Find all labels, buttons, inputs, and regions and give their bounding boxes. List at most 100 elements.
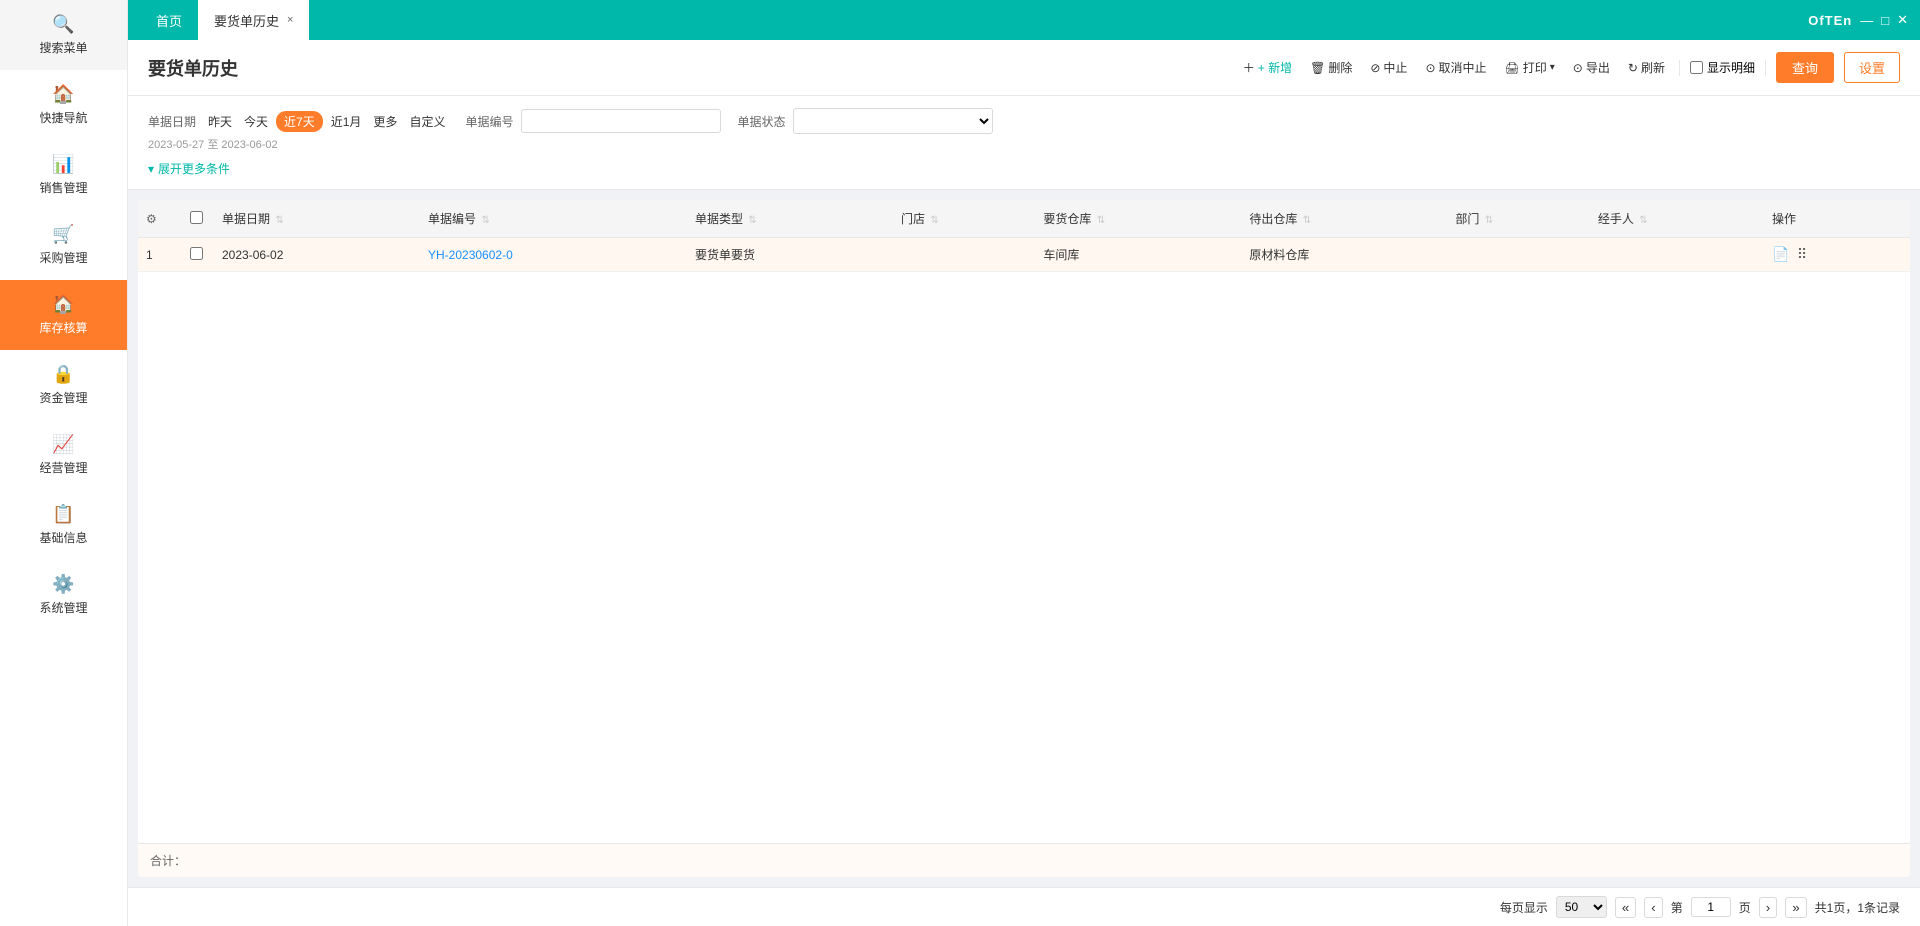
quick-nav-icon: 🏠 (52, 84, 74, 105)
next-page-btn[interactable]: › (1759, 897, 1777, 918)
expand-icon: ▾ (148, 162, 154, 176)
sidebar-item-inventory[interactable]: 🏠 库存核算 (0, 280, 127, 350)
col-req-warehouse-label: 要货仓库 (1043, 212, 1091, 226)
prev-page-btn[interactable]: ‹ (1644, 897, 1662, 918)
doc-no-link[interactable]: YH-20230602-0 (428, 248, 513, 262)
cell-num: 1 (138, 238, 178, 272)
cell-date: 2023-06-02 (214, 238, 420, 272)
col-store-label: 门店 (901, 212, 925, 226)
sidebar-item-system[interactable]: ⚙️系统管理 (0, 560, 127, 630)
action-more-btn[interactable]: ⠿ (1797, 246, 1807, 262)
stop-btn[interactable]: ⊘ 中止 (1366, 57, 1411, 78)
query-button[interactable]: 查询 (1776, 52, 1834, 83)
page-size-select[interactable]: 102050100 (1556, 896, 1607, 918)
table-row: 1 2023-06-02 YH-20230602-0 要货单要货 车间库 原材料… (138, 238, 1910, 272)
status-filter-group: 单据状态 (737, 108, 993, 134)
tab-order-history-close[interactable]: × (287, 14, 293, 26)
cell-doc-no: YH-20230602-0 (420, 238, 687, 272)
inventory-icon: 🏠 (52, 294, 74, 315)
sidebar: 🔍搜索菜单 🏠 快捷导航 📊销售管理 🛒 采购管理 🏠 库存核算 🔒资金管理📈经营管理📋基础信息… (0, 0, 128, 926)
settings-button[interactable]: 设置 (1844, 52, 1900, 83)
action-view-btn[interactable]: 📄 (1772, 246, 1789, 262)
window-minimize-btn[interactable]: — (1860, 13, 1873, 28)
status-select[interactable] (793, 108, 993, 134)
first-page-btn[interactable]: « (1615, 897, 1636, 918)
top-bar-right: OfTEn — □ ✕ (1808, 12, 1908, 28)
display-detail-checkbox[interactable] (1690, 61, 1703, 74)
window-maximize-btn[interactable]: □ (1881, 13, 1889, 28)
col-dest-warehouse-label: 待出仓库 (1249, 212, 1297, 226)
table-footer: 合计： (138, 843, 1910, 877)
doc-no-input[interactable] (521, 109, 721, 133)
col-dept-sort-icon[interactable]: ⇅ (1485, 215, 1493, 226)
tab-home[interactable]: 首页 (140, 0, 198, 40)
expand-more-btn[interactable]: ▾ 展开更多条件 (148, 160, 1900, 177)
col-req-warehouse-sort-icon[interactable]: ⇅ (1097, 215, 1105, 226)
date-filter-buttons: 昨天今天近7天近1月更多自定义 (204, 111, 449, 132)
purchase-icon: 🛒 (52, 224, 74, 245)
col-header-doc-type: 单据类型 ⇅ (687, 200, 893, 238)
table-body: 1 2023-06-02 YH-20230602-0 要货单要货 车间库 原材料… (138, 238, 1910, 272)
date-range-display: 2023-05-27 至 2023-06-02 (148, 136, 1900, 152)
total-label: 共1页，1条记录 (1815, 899, 1900, 916)
select-all-checkbox[interactable] (190, 211, 203, 224)
col-header-store: 门店 ⇅ (893, 200, 1035, 238)
doc-no-filter-group: 单据编号 (465, 109, 721, 133)
col-store-sort-icon[interactable]: ⇅ (930, 215, 938, 226)
sidebar-item-label: 基础信息 (39, 529, 87, 546)
sidebar-item-quick-nav[interactable]: 🏠 快捷导航 (0, 70, 127, 140)
export-btn[interactable]: ⊙ 导出 (1569, 57, 1614, 78)
toolbar-divider2 (1765, 60, 1766, 76)
delete-icon: 🗑 (1310, 61, 1325, 75)
sidebar-item-sales[interactable]: 📊销售管理 (0, 140, 127, 210)
col-date-sort-icon[interactable]: ⇅ (275, 215, 283, 226)
sidebar-item-label: 快捷导航 (39, 109, 87, 126)
col-doc-no-sort-icon[interactable]: ⇅ (481, 215, 489, 226)
operation-icon: 📈 (52, 434, 74, 455)
cancel-stop-icon: ⊙ (1425, 61, 1435, 75)
cell-handler (1590, 238, 1764, 272)
export-icon: ⊙ (1573, 61, 1583, 75)
refresh-btn[interactable]: ↻ 刷新 (1624, 57, 1669, 78)
tab-order-history[interactable]: 要货单历史× (198, 0, 309, 40)
row-checkbox[interactable] (190, 247, 203, 260)
print-icon: 🖨 (1505, 61, 1520, 75)
finance-icon: 🔒 (52, 364, 74, 385)
col-settings: ⚙ (138, 200, 178, 238)
date-btn-近7天[interactable]: 近7天 (276, 111, 323, 132)
date-btn-更多[interactable]: 更多 (369, 111, 401, 132)
sidebar-item-label: 搜索菜单 (39, 39, 87, 56)
date-btn-今天[interactable]: 今天 (240, 111, 272, 132)
col-doc-type-sort-icon[interactable]: ⇅ (748, 215, 756, 226)
date-btn-近1月[interactable]: 近1月 (327, 111, 366, 132)
sidebar-item-operation[interactable]: 📈经营管理 (0, 420, 127, 490)
sidebar-item-finance[interactable]: 🔒资金管理 (0, 350, 127, 420)
brand-logo: OfTEn (1808, 13, 1852, 28)
sidebar-item-basic[interactable]: 📋基础信息 (0, 490, 127, 560)
table-settings-icon[interactable]: ⚙ (146, 212, 157, 226)
cell-action: 📄 ⠿ (1764, 238, 1910, 272)
sidebar-item-search[interactable]: 🔍搜索菜单 (0, 0, 127, 70)
new-btn[interactable]: ＋ + 新增 (1239, 57, 1296, 78)
cell-store (893, 238, 1035, 272)
col-dest-warehouse-sort-icon[interactable]: ⇅ (1303, 215, 1311, 226)
last-page-btn[interactable]: » (1785, 897, 1806, 918)
page-label: 第 (1671, 899, 1683, 916)
window-close-btn[interactable]: ✕ (1897, 12, 1908, 28)
sidebar-item-label: 库存核算 (39, 319, 87, 336)
col-date-label: 单据日期 (222, 212, 270, 226)
page-unit: 页 (1739, 899, 1751, 916)
date-btn-昨天[interactable]: 昨天 (204, 111, 236, 132)
col-handler-sort-icon[interactable]: ⇅ (1639, 215, 1647, 226)
footer-total-label: 合计： (150, 852, 186, 869)
display-detail-toggle[interactable]: 显示明细 (1690, 59, 1755, 76)
date-btn-自定义[interactable]: 自定义 (405, 111, 449, 132)
sidebar-item-label: 采购管理 (39, 249, 87, 266)
table-header-row: ⚙ 单据日期 ⇅ 单据编号 ⇅ (138, 200, 1910, 238)
delete-btn[interactable]: 🗑 删除 (1306, 57, 1356, 78)
print-btn[interactable]: 🖨 打印 ▾ (1501, 57, 1559, 78)
cancel-stop-btn[interactable]: ⊙ 取消中止 (1421, 57, 1490, 78)
filter-row-1: 单据日期 昨天今天近7天近1月更多自定义 单据编号 单据状态 (148, 108, 1900, 134)
sidebar-item-purchase[interactable]: 🛒 采购管理 (0, 210, 127, 280)
current-page-input[interactable] (1691, 897, 1731, 917)
